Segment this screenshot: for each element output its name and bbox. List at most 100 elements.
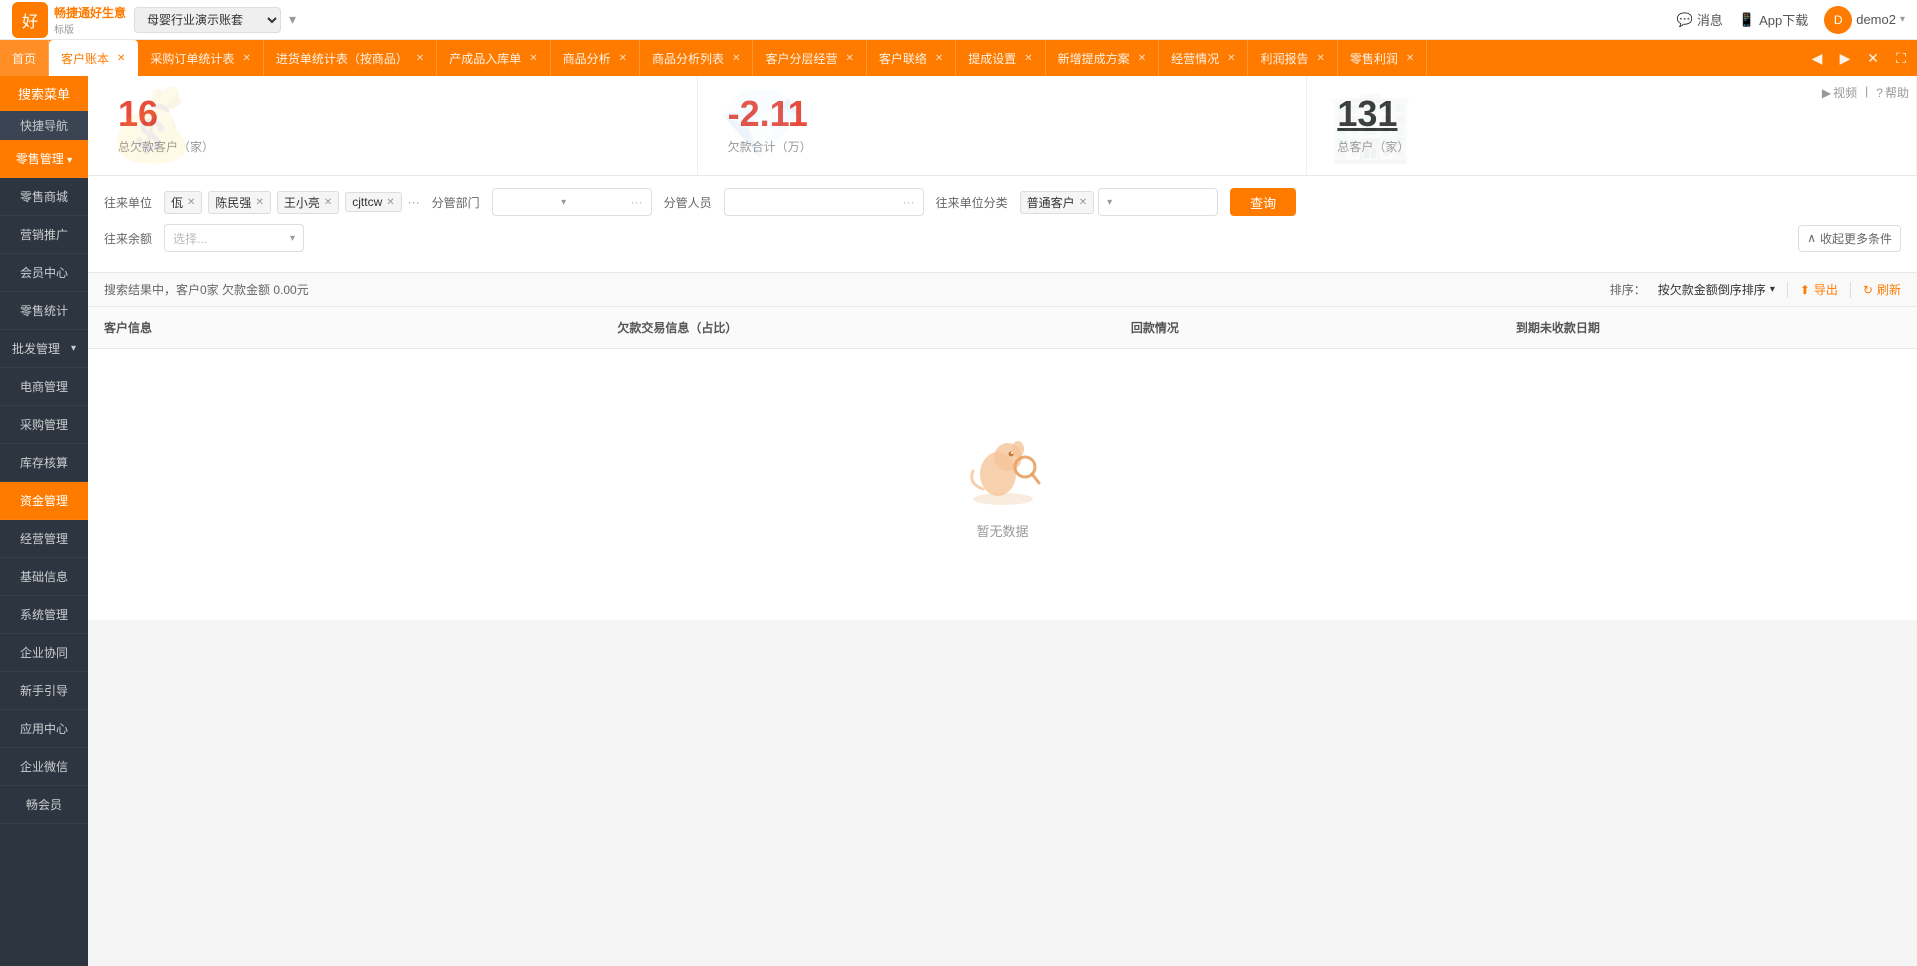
stat-total-debt-amount: 💎 -2.11 欠款合计（万） bbox=[698, 76, 1308, 175]
sidebar-item-retail-shop[interactable]: 零售商城 bbox=[0, 178, 88, 216]
sidebar-quick-nav[interactable]: 快捷导航 bbox=[0, 111, 88, 140]
filter-balance-select[interactable]: 选择... ▾ bbox=[164, 224, 304, 252]
account-dropdown-icon[interactable]: ▾ bbox=[289, 11, 296, 28]
tab-product-entry[interactable]: 产成品入库单 ✕ bbox=[437, 40, 550, 76]
filter-unit-more[interactable]: ··· bbox=[408, 195, 420, 209]
tab-close-customer-layer[interactable]: ✕ bbox=[845, 53, 853, 64]
tabs-next-btn[interactable]: ▶ bbox=[1833, 46, 1857, 70]
tab-close-new-commission[interactable]: ✕ bbox=[1138, 53, 1146, 64]
tab-purchase-goods-stats[interactable]: 进货单统计表（按商品） ✕ bbox=[264, 40, 437, 76]
filter-tag-chen-close[interactable]: ✕ bbox=[255, 197, 263, 208]
filter-tag-normal-customer: 普通客户 ✕ bbox=[1020, 191, 1094, 214]
sidebar-item-finance[interactable]: 资金管理 bbox=[0, 482, 88, 520]
sidebar-item-enterprise-wechat[interactable]: 企业微信 bbox=[0, 748, 88, 786]
tabs-prev-btn[interactable]: ◀ bbox=[1805, 46, 1829, 70]
filter-dept-select[interactable]: ▾ ··· bbox=[492, 188, 652, 216]
sidebar-item-ops-mgmt[interactable]: 经营管理 bbox=[0, 520, 88, 558]
empty-text: 暂无数据 bbox=[976, 521, 1028, 540]
tab-close-retail-profit[interactable]: ✕ bbox=[1406, 53, 1414, 64]
sidebar-item-inventory[interactable]: 库存核算 bbox=[0, 444, 88, 482]
filter-row-1: 往来单位 佤 ✕ 陈民强 ✕ 王小亮 ✕ cjttcw bbox=[104, 188, 1901, 216]
message-btn[interactable]: 💬 消息 bbox=[1677, 10, 1723, 29]
app-download-btn[interactable]: 📱 App下载 bbox=[1739, 10, 1808, 29]
sidebar-item-retail-stats[interactable]: 零售统计 bbox=[0, 292, 88, 330]
sort-select[interactable]: 按欠款金额倒序排序 ▾ bbox=[1658, 281, 1775, 298]
sidebar-item-ecommerce[interactable]: 电商管理 bbox=[0, 368, 88, 406]
filter-dept-dots[interactable]: ··· bbox=[631, 195, 643, 209]
tab-close-goods-list[interactable]: ✕ bbox=[732, 53, 740, 64]
sidebar-item-newbie[interactable]: 新手引导 bbox=[0, 672, 88, 710]
nav-tabs: 首页 客户账本 ✕ 采购订单统计表 ✕ 进货单统计表（按商品） ✕ 产成品入库单… bbox=[0, 40, 1917, 76]
tab-profit-report[interactable]: 利润报告 ✕ bbox=[1248, 40, 1337, 76]
filter-person-select[interactable]: ··· bbox=[724, 188, 924, 216]
help-icon: ? bbox=[1876, 86, 1883, 100]
filter-unit-type-dropdown-icon: ▾ bbox=[1107, 197, 1112, 208]
tabs-close-all-btn[interactable]: ✕ bbox=[1861, 46, 1885, 70]
tab-business-status[interactable]: 经营情况 ✕ bbox=[1159, 40, 1248, 76]
sidebar-item-app-center[interactable]: 应用中心 bbox=[0, 710, 88, 748]
sidebar-item-basic-info[interactable]: 基础信息 bbox=[0, 558, 88, 596]
video-icon: ▶ bbox=[1822, 86, 1831, 100]
video-help-link[interactable]: ▶ 视频 bbox=[1822, 84, 1857, 101]
tab-close-business-status[interactable]: ✕ bbox=[1227, 53, 1235, 64]
filter-tag-normal-close[interactable]: ✕ bbox=[1079, 197, 1087, 208]
logo-area: 好 畅捷通好生意 标版 bbox=[12, 2, 126, 38]
tab-close-goods-analysis[interactable]: ✕ bbox=[619, 53, 627, 64]
filter-dept-expand-icon: ▾ bbox=[561, 197, 566, 208]
query-button[interactable]: 查询 bbox=[1230, 188, 1296, 216]
tabs-maximize-btn[interactable]: ⛶ bbox=[1889, 46, 1913, 70]
filter-balance-label: 往来余额 bbox=[104, 230, 152, 247]
stats-bar: 💰 16 总欠款客户（家） 💎 -2.11 欠款合计（万） 🏢 131 bbox=[88, 76, 1917, 176]
filter-unit-type-tags: 普通客户 ✕ ▾ bbox=[1020, 188, 1218, 216]
collapse-filter-btn[interactable]: ∧ 收起更多条件 bbox=[1798, 225, 1901, 252]
logo-text: 畅捷通好生意 标版 bbox=[54, 4, 126, 36]
tab-close-customer-contact[interactable]: ✕ bbox=[935, 53, 943, 64]
app-icon: 📱 bbox=[1739, 12, 1755, 28]
filter-person-dots[interactable]: ··· bbox=[903, 195, 915, 209]
table-wrap: 客户信息 欠款交易信息（占比） 回款情况 到期未收款日期 bbox=[88, 307, 1917, 620]
tab-close-product-entry[interactable]: ✕ bbox=[529, 53, 537, 64]
tab-retail-profit[interactable]: 零售利润 ✕ bbox=[1338, 40, 1427, 76]
tab-goods-analysis-list[interactable]: 商品分析列表 ✕ bbox=[640, 40, 753, 76]
export-btn[interactable]: ⬆ 导出 bbox=[1800, 281, 1838, 298]
tab-close-customer-ledger[interactable]: ✕ bbox=[117, 53, 125, 64]
divider bbox=[1787, 282, 1788, 298]
tab-close-commission-settings[interactable]: ✕ bbox=[1024, 53, 1032, 64]
filter-unit-tags: 佤 ✕ 陈民强 ✕ 王小亮 ✕ cjttcw ✕ ··· bbox=[164, 191, 420, 214]
user-dropdown-icon: ▾ bbox=[1900, 14, 1905, 25]
filter-tag-wang-close[interactable]: ✕ bbox=[324, 197, 332, 208]
tab-customer-ledger[interactable]: 客户账本 ✕ bbox=[49, 40, 138, 76]
tab-home[interactable]: 首页 bbox=[0, 40, 49, 76]
sidebar-item-marketing[interactable]: 营销推广 bbox=[0, 216, 88, 254]
tab-customer-layer[interactable]: 客户分层经营 ✕ bbox=[753, 40, 866, 76]
sidebar-item-wholesale[interactable]: 批发管理▾ bbox=[0, 330, 88, 368]
tab-close-purchase-goods[interactable]: ✕ bbox=[416, 53, 424, 64]
sidebar-search[interactable]: 搜索菜单 bbox=[0, 76, 88, 111]
tab-customer-contact[interactable]: 客户联络 ✕ bbox=[867, 40, 956, 76]
search-result-bar: 搜索结果中，客户0家 欠款金额 0.00元 排序： 按欠款金额倒序排序 ▾ ⬆ … bbox=[88, 273, 1917, 307]
user-menu[interactable]: D demo2 ▾ bbox=[1824, 6, 1905, 34]
tab-commission-settings[interactable]: 提成设置 ✕ bbox=[956, 40, 1045, 76]
sidebar-item-retail-mgmt[interactable]: 零售管理 ▾ bbox=[0, 140, 88, 178]
logo-icon: 好 bbox=[12, 2, 48, 38]
tab-goods-analysis[interactable]: 商品分析 ✕ bbox=[551, 40, 640, 76]
filter-tag-cjttcw-close[interactable]: ✕ bbox=[386, 197, 394, 208]
filter-person-label: 分管人员 bbox=[664, 194, 712, 211]
help-link[interactable]: ? 帮助 bbox=[1876, 84, 1909, 101]
tab-close-purchase-order[interactable]: ✕ bbox=[242, 53, 250, 64]
sidebar-item-purchase[interactable]: 采购管理 bbox=[0, 406, 88, 444]
th-payment-status: 回款情况 bbox=[1131, 319, 1516, 336]
refresh-btn[interactable]: ↻ 刷新 bbox=[1863, 281, 1901, 298]
th-overdue-date: 到期未收款日期 bbox=[1516, 319, 1901, 336]
help-divider: | bbox=[1865, 84, 1868, 101]
sidebar-item-member[interactable]: 畅会员 bbox=[0, 786, 88, 824]
tab-purchase-order-stats[interactable]: 采购订单统计表 ✕ bbox=[138, 40, 263, 76]
account-select[interactable]: 母婴行业演示账套 bbox=[134, 7, 281, 33]
sidebar-item-member-center[interactable]: 会员中心 bbox=[0, 254, 88, 292]
tab-new-commission[interactable]: 新增提成方案 ✕ bbox=[1046, 40, 1159, 76]
filter-tag-wa-close[interactable]: ✕ bbox=[187, 197, 195, 208]
tab-close-profit-report[interactable]: ✕ bbox=[1317, 53, 1325, 64]
sidebar-item-system[interactable]: 系统管理 bbox=[0, 596, 88, 634]
sidebar-item-enterprise[interactable]: 企业协同 bbox=[0, 634, 88, 672]
filter-unit-type-select[interactable]: ▾ bbox=[1098, 188, 1218, 216]
